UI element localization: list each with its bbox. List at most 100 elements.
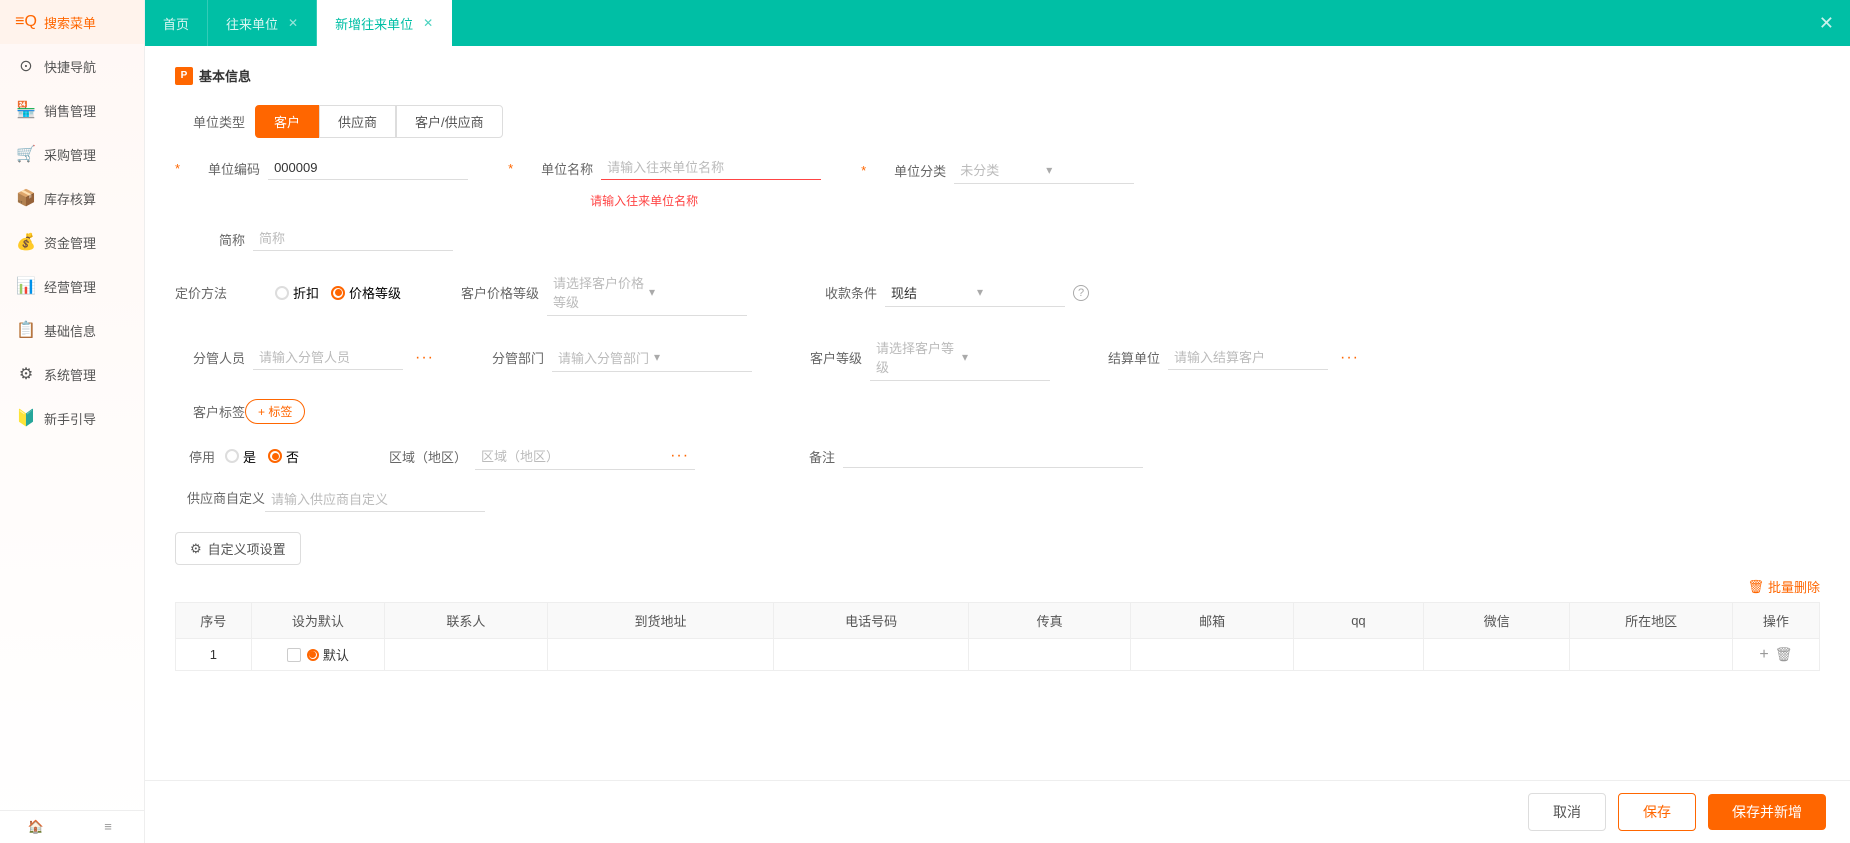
region-input[interactable] (1611, 647, 1691, 662)
customer-level-label: 客户等级 (792, 348, 862, 367)
customer-level-group: 客户等级 请选择客户等级 ▾ (792, 334, 1050, 381)
weixin-input[interactable] (1462, 647, 1532, 662)
tab-partner-close[interactable]: ✕ (288, 16, 298, 30)
save-new-button[interactable]: 保存并新增 (1708, 794, 1826, 830)
add-row-icon[interactable]: + (1759, 646, 1768, 664)
window-close-button[interactable]: ✕ (1819, 13, 1834, 34)
payment-help-icon[interactable]: ? (1073, 285, 1089, 301)
unit-btn-both[interactable]: 客户/供应商 (396, 105, 503, 138)
name-input[interactable] (601, 156, 821, 180)
settlement-input[interactable] (1168, 346, 1328, 370)
unit-btn-supplier[interactable]: 供应商 (319, 105, 396, 138)
cell-email[interactable] (1131, 639, 1293, 671)
sidebar-bottom-home[interactable]: 🏠 (0, 811, 72, 843)
cell-address[interactable] (547, 639, 774, 671)
default-radio[interactable] (307, 649, 319, 661)
supplier-custom-input[interactable] (265, 488, 485, 512)
payment-terms-select[interactable]: 现结 ▾ (885, 279, 1065, 307)
disabled-group: 停用 是 否 (175, 447, 299, 466)
sidebar-item-label: 基础信息 (44, 321, 96, 340)
region-more-icon[interactable]: ··· (670, 447, 689, 465)
disabled-yes[interactable]: 是 (225, 447, 256, 466)
cell-qq[interactable] (1293, 639, 1423, 671)
pricing-row: 定价方法 折扣 价格等级 客户价格等级 请选择客户价格等级 ▾ (175, 269, 1820, 316)
unit-btn-customer[interactable]: 客户 (255, 105, 319, 138)
cancel-button[interactable]: 取消 (1528, 793, 1606, 831)
phone-input[interactable] (821, 647, 921, 662)
sidebar-item-sales[interactable]: 🏪 销售管理 (0, 88, 144, 132)
col-qq: qq (1293, 603, 1423, 639)
region-group: 区域（地区） 区域（地区） ··· (389, 442, 695, 470)
delete-row-icon[interactable]: 🗑 (1775, 646, 1793, 663)
qq-input[interactable] (1328, 647, 1388, 662)
address-input[interactable] (600, 647, 720, 662)
cell-fax[interactable] (968, 639, 1130, 671)
disabled-yes-radio (225, 449, 239, 463)
sidebar-item-inventory[interactable]: 📦 库存核算 (0, 176, 144, 220)
dept-chevron-icon: ▾ (654, 350, 746, 364)
cell-phone[interactable] (774, 639, 969, 671)
abbr-input[interactable] (253, 227, 453, 251)
sidebar-item-purchase[interactable]: 🛒 采购管理 (0, 132, 144, 176)
sidebar-item-search[interactable]: ≡Q 搜索菜单 (0, 0, 144, 44)
department-group: 分管部门 请输入分管部门 ▾ (474, 344, 752, 372)
level-radio (331, 286, 345, 300)
pricing-method-group: 定价方法 折扣 价格等级 (175, 283, 401, 302)
code-input[interactable] (268, 156, 468, 180)
add-tag-button[interactable]: + 标签 (245, 399, 305, 424)
sidebar-item-basic-info[interactable]: 📋 基础信息 (0, 308, 144, 352)
sidebar-item-quick-nav[interactable]: ⊙ 快捷导航 (0, 44, 144, 88)
col-action: 操作 (1732, 603, 1819, 639)
abbr-row: 简称 (175, 227, 1820, 251)
customer-tag-row: 客户标签 + 标签 (175, 399, 1820, 424)
default-label: 默认 (323, 645, 349, 664)
department-select[interactable]: 请输入分管部门 ▾ (552, 344, 752, 372)
disabled-no[interactable]: 否 (268, 447, 299, 466)
manager-more-icon[interactable]: ··· (415, 349, 434, 367)
tab-partner[interactable]: 往来单位 ✕ (208, 0, 317, 46)
region-select[interactable]: 区域（地区） ··· (475, 442, 695, 470)
tab-new-partner-close[interactable]: ✕ (423, 16, 433, 30)
tab-home[interactable]: 首页 (145, 0, 208, 46)
fax-input[interactable] (1010, 647, 1090, 662)
pricing-option-level[interactable]: 价格等级 (331, 283, 401, 302)
cell-region[interactable] (1570, 639, 1732, 671)
sidebar-item-operations[interactable]: 📊 经营管理 (0, 264, 144, 308)
col-default: 设为默认 (251, 603, 385, 639)
save-button[interactable]: 保存 (1618, 793, 1696, 831)
guide-icon: 🔰 (16, 408, 36, 428)
col-contact: 联系人 (385, 603, 547, 639)
payment-terms-label: 收款条件 (807, 283, 877, 302)
contact-input[interactable] (426, 647, 506, 662)
customer-level-select[interactable]: 请选择客户等级 ▾ (870, 334, 1050, 381)
manager-input[interactable] (253, 346, 403, 370)
name-error: 请输入往来单位名称 (590, 192, 698, 209)
cell-contact[interactable] (385, 639, 547, 671)
table-row: 1 默认 (176, 639, 1820, 671)
cell-weixin[interactable] (1424, 639, 1570, 671)
customer-price-level-select[interactable]: 请选择客户价格等级 ▾ (547, 269, 747, 316)
pricing-option-discount[interactable]: 折扣 (275, 283, 319, 302)
category-select[interactable]: 未分类 ▾ (954, 156, 1134, 184)
custom-settings-button[interactable]: ⚙ 自定义项设置 (175, 532, 301, 565)
settlement-more-icon[interactable]: ··· (1340, 349, 1359, 367)
email-input[interactable] (1172, 647, 1252, 662)
code-group: * 单位编码 (175, 156, 468, 180)
sidebar-item-system[interactable]: ⚙ 系统管理 (0, 352, 144, 396)
notes-input[interactable] (843, 444, 1143, 468)
sidebar-item-finance[interactable]: 💰 资金管理 (0, 220, 144, 264)
manager-row: 分管人员 ··· 分管部门 请输入分管部门 ▾ 客户等级 请选择客户等级 ▾ 结… (175, 334, 1820, 381)
sidebar-bottom-settings[interactable]: ≡ (72, 811, 144, 843)
col-seq: 序号 (176, 603, 252, 639)
table-toolbar: 🗑 批量删除 (175, 577, 1820, 596)
col-email: 邮箱 (1131, 603, 1293, 639)
bottom-bar: 取消 保存 保存并新增 (145, 780, 1850, 843)
basic-info-icon: 📋 (16, 320, 36, 340)
sidebar-item-guide[interactable]: 🔰 新手引导 (0, 396, 144, 440)
row-checkbox[interactable] (287, 648, 301, 662)
name-group: * 单位名称 请输入往来单位名称 (508, 156, 821, 209)
pricing-radio-group: 折扣 价格等级 (275, 283, 401, 302)
tab-new-partner[interactable]: 新增往来单位 ✕ (317, 0, 452, 46)
payment-terms-group: 收款条件 现结 ▾ ? (807, 279, 1089, 307)
batch-delete-button[interactable]: 🗑 批量删除 (1747, 577, 1820, 596)
